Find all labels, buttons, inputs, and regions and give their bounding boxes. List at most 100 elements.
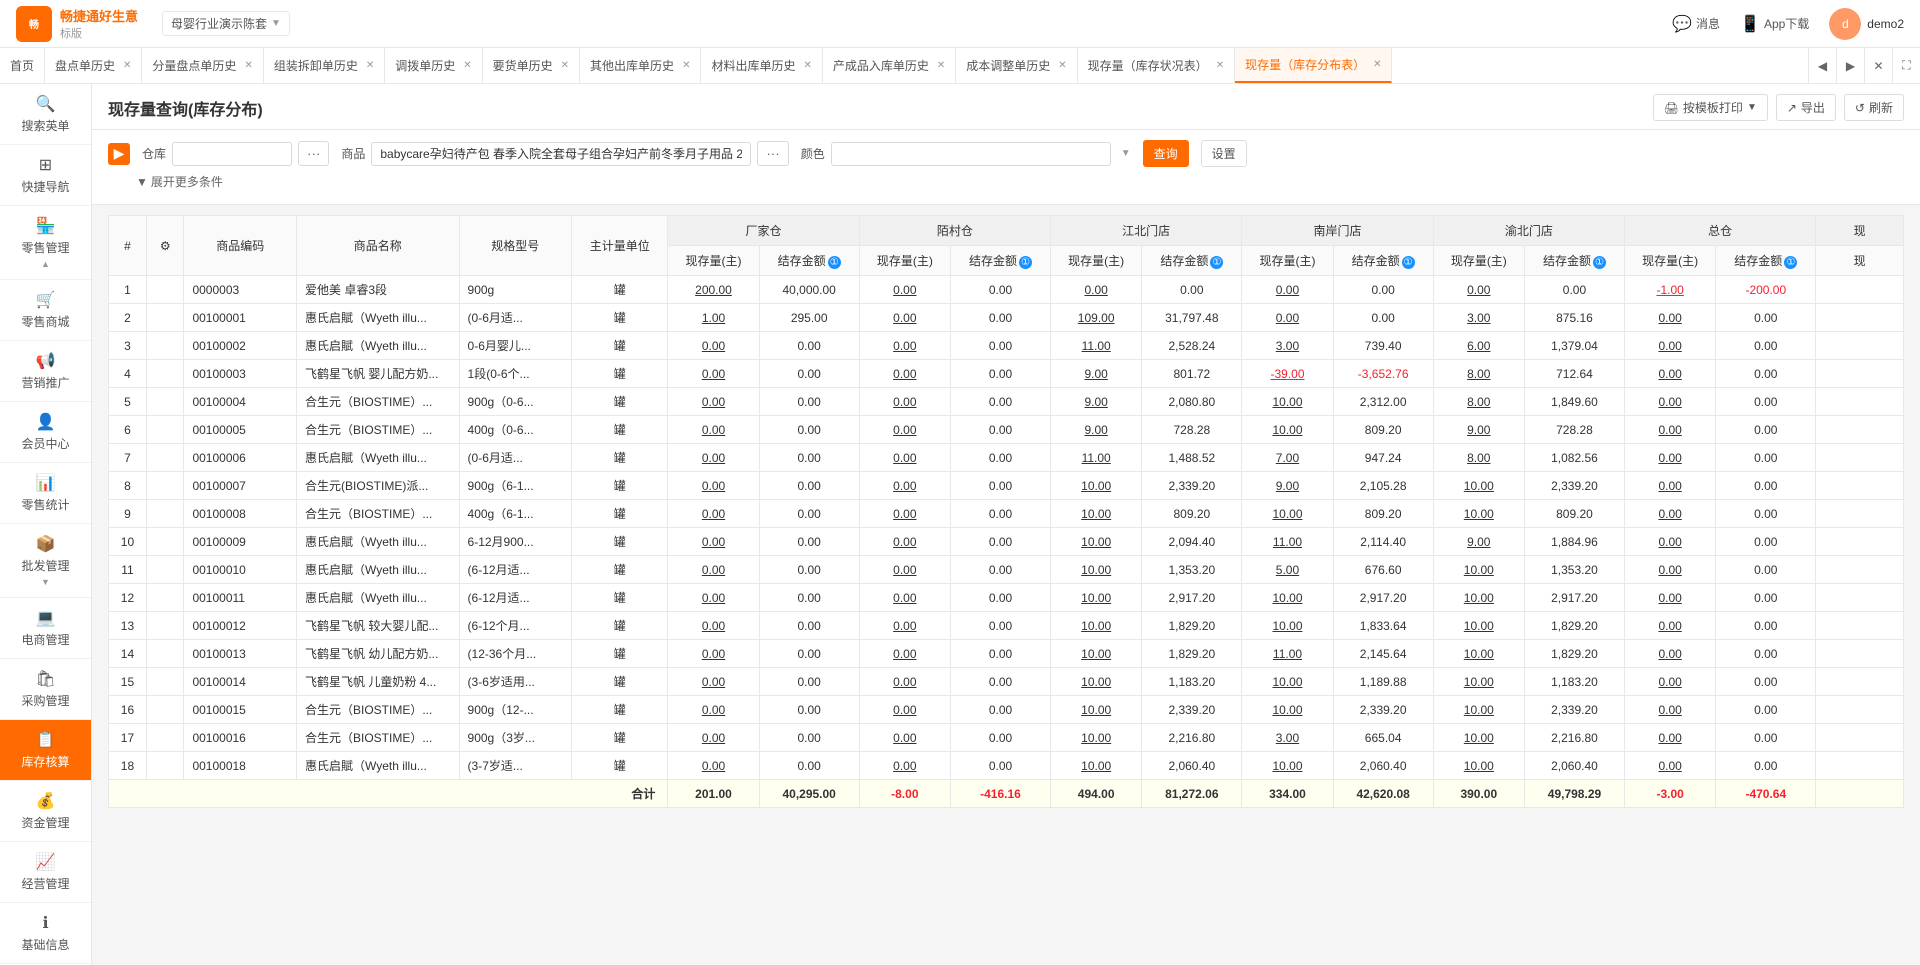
row-changjia-qty[interactable]: 0.00 xyxy=(668,444,759,472)
export-btn[interactable]: ↗ 导出 xyxy=(1776,94,1836,121)
expand-conditions-btn[interactable]: ▼ 展开更多条件 xyxy=(136,173,1904,190)
row-changjia-qty[interactable]: 0.00 xyxy=(668,612,759,640)
row-jiangbei-qty[interactable]: 109.00 xyxy=(1051,304,1142,332)
row-changjia-qty[interactable]: 0.00 xyxy=(668,416,759,444)
row-total-qty[interactable]: 0.00 xyxy=(1625,416,1716,444)
row-nanan-qty[interactable]: 10.00 xyxy=(1242,752,1333,780)
sidebar-item-wholesale[interactable]: 📦 批发管理 ▼ xyxy=(0,524,91,598)
row-total-qty[interactable]: 0.00 xyxy=(1625,360,1716,388)
row-mucun-qty[interactable]: 0.00 xyxy=(859,668,950,696)
row-changjia-qty[interactable]: 0.00 xyxy=(668,752,759,780)
row-total-qty[interactable]: 0.00 xyxy=(1625,388,1716,416)
row-yubei-qty[interactable]: 10.00 xyxy=(1433,556,1524,584)
row-nanan-qty[interactable]: 0.00 xyxy=(1242,276,1333,304)
row-nanan-qty[interactable]: 10.00 xyxy=(1242,696,1333,724)
row-mucun-qty[interactable]: 0.00 xyxy=(859,556,950,584)
sidebar-item-mkt[interactable]: 📢 营销推广 xyxy=(0,341,91,402)
row-changjia-qty[interactable]: 0.00 xyxy=(668,584,759,612)
row-mucun-qty[interactable]: 0.00 xyxy=(859,696,950,724)
row-mucun-qty[interactable]: 0.00 xyxy=(859,584,950,612)
row-yubei-qty[interactable]: 10.00 xyxy=(1433,584,1524,612)
row-jiangbei-qty[interactable]: 10.00 xyxy=(1051,724,1142,752)
row-changjia-qty[interactable]: 0.00 xyxy=(668,360,759,388)
row-mucun-qty[interactable]: 0.00 xyxy=(859,472,950,500)
row-total-qty[interactable]: 0.00 xyxy=(1625,500,1716,528)
search-btn[interactable]: 查询 xyxy=(1143,140,1189,167)
row-jiangbei-qty[interactable]: 9.00 xyxy=(1051,388,1142,416)
row-changjia-qty[interactable]: 200.00 xyxy=(668,276,759,304)
row-mucun-qty[interactable]: 0.00 xyxy=(859,332,950,360)
row-total-qty[interactable]: 0.00 xyxy=(1625,556,1716,584)
close-icon[interactable]: ✕ xyxy=(463,60,471,71)
tab-pddh[interactable]: 盘点单历史 ✕ xyxy=(45,48,142,83)
row-jiangbei-qty[interactable]: 10.00 xyxy=(1051,668,1142,696)
warehouse-input[interactable] xyxy=(172,142,292,166)
row-changjia-qty[interactable]: 0.00 xyxy=(668,724,759,752)
close-icon[interactable]: ✕ xyxy=(561,60,569,71)
row-total-qty[interactable]: 0.00 xyxy=(1625,472,1716,500)
tab-qtccdh[interactable]: 其他出库单历史 ✕ xyxy=(580,48,701,83)
mucun-amt-info[interactable]: ① xyxy=(1019,256,1032,269)
toggle-search-btn[interactable]: ▶ xyxy=(108,143,130,165)
row-yubei-qty[interactable]: 10.00 xyxy=(1433,724,1524,752)
row-mucun-qty[interactable]: 0.00 xyxy=(859,528,950,556)
row-mucun-qty[interactable]: 0.00 xyxy=(859,276,950,304)
sidebar-item-retail-stat[interactable]: 📊 零售统计 xyxy=(0,463,91,524)
row-nanan-qty[interactable]: 3.00 xyxy=(1242,724,1333,752)
close-icon[interactable]: ✕ xyxy=(244,60,252,71)
row-nanan-qty[interactable]: 9.00 xyxy=(1242,472,1333,500)
tab-home[interactable]: 首页 xyxy=(0,48,45,83)
changjia-amt-info[interactable]: ① xyxy=(828,256,841,269)
sidebar-item-member[interactable]: 👤 会员中心 xyxy=(0,402,91,463)
row-jiangbei-qty[interactable]: 10.00 xyxy=(1051,528,1142,556)
row-total-qty[interactable]: 0.00 xyxy=(1625,584,1716,612)
row-total-qty[interactable]: 0.00 xyxy=(1625,332,1716,360)
industry-selector[interactable]: 母婴行业演示陈套 ▼ xyxy=(162,11,290,36)
refresh-btn[interactable]: ↺ 刷新 xyxy=(1844,94,1904,121)
row-yubei-qty[interactable]: 8.00 xyxy=(1433,444,1524,472)
row-yubei-qty[interactable]: 10.00 xyxy=(1433,472,1524,500)
row-mucun-qty[interactable]: 0.00 xyxy=(859,360,950,388)
row-yubei-qty[interactable]: 9.00 xyxy=(1433,416,1524,444)
row-changjia-qty[interactable]: 0.00 xyxy=(668,500,759,528)
close-icon[interactable]: ✕ xyxy=(366,60,374,71)
row-nanan-qty[interactable]: 0.00 xyxy=(1242,304,1333,332)
row-nanan-qty[interactable]: 3.00 xyxy=(1242,332,1333,360)
row-total-qty[interactable]: 0.00 xyxy=(1625,668,1716,696)
row-jiangbei-qty[interactable]: 11.00 xyxy=(1051,444,1142,472)
row-yubei-qty[interactable]: 8.00 xyxy=(1433,388,1524,416)
row-changjia-qty[interactable]: 0.00 xyxy=(668,528,759,556)
sidebar-item-finance[interactable]: 💰 资金管理 xyxy=(0,781,91,842)
row-yubei-qty[interactable]: 10.00 xyxy=(1433,668,1524,696)
row-mucun-qty[interactable]: 0.00 xyxy=(859,500,950,528)
row-yubei-qty[interactable]: 10.00 xyxy=(1433,752,1524,780)
row-nanan-qty[interactable]: 10.00 xyxy=(1242,612,1333,640)
settings-btn[interactable]: 设置 xyxy=(1201,140,1247,167)
user-profile[interactable]: d demo2 xyxy=(1829,8,1904,40)
row-jiangbei-qty[interactable]: 10.00 xyxy=(1051,472,1142,500)
sidebar-item-search[interactable]: 🔍 搜索英单 xyxy=(0,84,91,145)
row-total-qty[interactable]: 0.00 xyxy=(1625,696,1716,724)
tab-xcfb[interactable]: 现存量（库存分布表） ✕ xyxy=(1235,48,1392,83)
row-nanan-qty[interactable]: 11.00 xyxy=(1242,528,1333,556)
print-btn[interactable]: 🖨 按模板打印 ▼ xyxy=(1653,94,1768,121)
row-mucun-qty[interactable]: 0.00 xyxy=(859,724,950,752)
sidebar-item-inventory[interactable]: 📋 库存核算 xyxy=(0,720,91,781)
row-jiangbei-qty[interactable]: 10.00 xyxy=(1051,612,1142,640)
row-yubei-qty[interactable]: 6.00 xyxy=(1433,332,1524,360)
row-yubei-qty[interactable]: 0.00 xyxy=(1433,276,1524,304)
row-jiangbei-qty[interactable]: 10.00 xyxy=(1051,696,1142,724)
close-icon[interactable]: ✕ xyxy=(1058,60,1066,71)
row-yubei-qty[interactable]: 8.00 xyxy=(1433,360,1524,388)
row-total-qty[interactable]: -1.00 xyxy=(1625,276,1716,304)
tab-fbdph[interactable]: 分量盘点单历史 ✕ xyxy=(142,48,263,83)
row-total-qty[interactable]: 0.00 xyxy=(1625,304,1716,332)
row-yubei-qty[interactable]: 10.00 xyxy=(1433,696,1524,724)
row-nanan-qty[interactable]: -39.00 xyxy=(1242,360,1333,388)
row-changjia-qty[interactable]: 0.00 xyxy=(668,388,759,416)
col-setting-header[interactable]: ⚙ xyxy=(146,216,184,276)
row-yubei-qty[interactable]: 10.00 xyxy=(1433,640,1524,668)
nav-prev-btn[interactable]: ◀ xyxy=(1808,48,1836,84)
row-jiangbei-qty[interactable]: 10.00 xyxy=(1051,752,1142,780)
tab-dpph[interactable]: 调拨单历史 ✕ xyxy=(385,48,482,83)
